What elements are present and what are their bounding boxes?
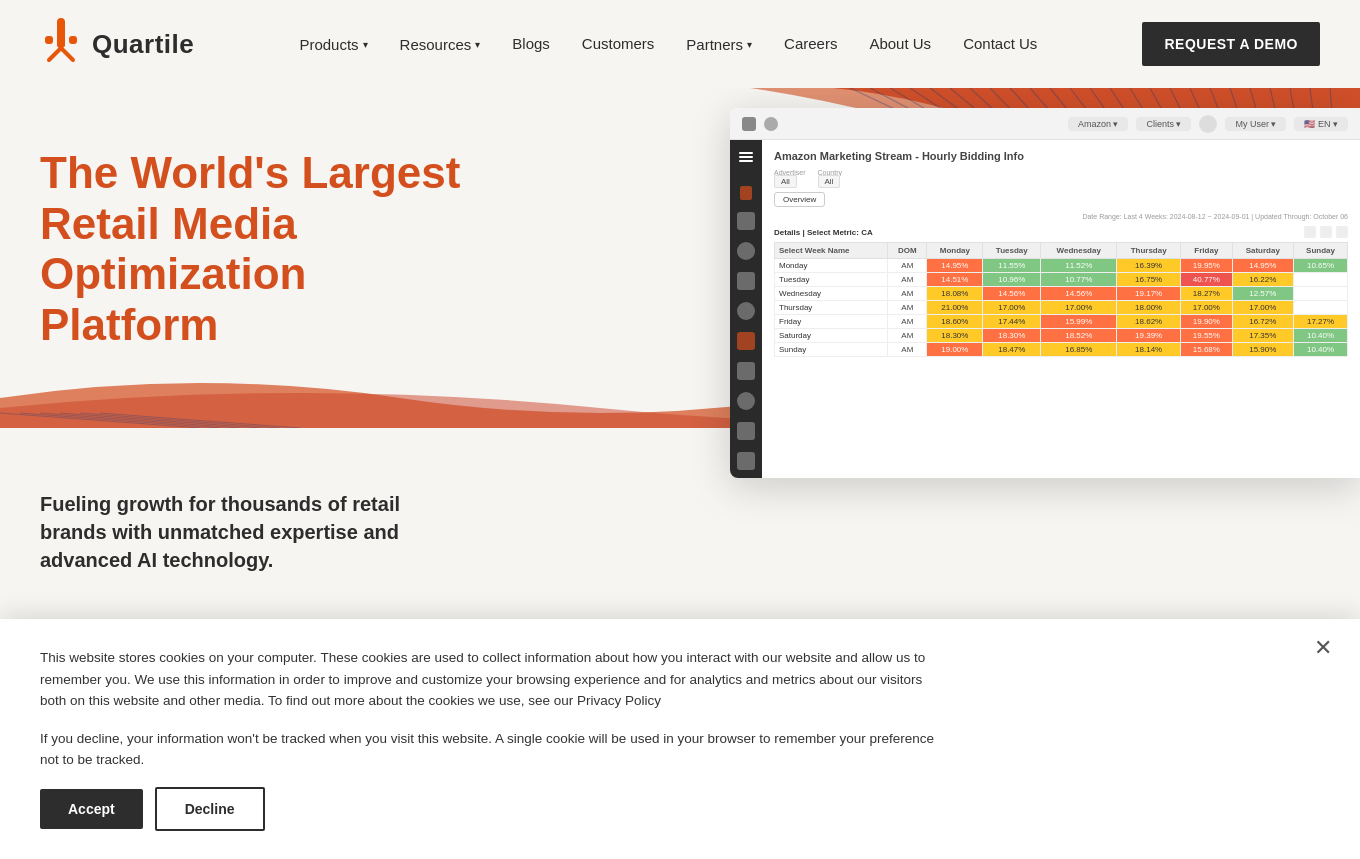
- hero-title: The World's Largest Retail Media Optimiz…: [40, 148, 560, 350]
- sidebar-icon-4[interactable]: [737, 302, 755, 320]
- table-row: Thursday AM 21.00% 17.00% 17.00% 18.00% …: [775, 301, 1348, 315]
- dashboard-topbar: Amazon ▾ Clients ▾ My User ▾ 🇺🇸 EN ▾: [730, 108, 1360, 140]
- nav-resources[interactable]: Resources ▾: [400, 36, 481, 53]
- request-demo-button[interactable]: REQUEST A DEMO: [1142, 22, 1320, 66]
- cookie-close-button[interactable]: ✕: [1314, 637, 1332, 659]
- chevron-down-icon: ▾: [475, 39, 480, 50]
- sidebar-icon-6[interactable]: [737, 362, 755, 380]
- cookie-actions: Accept Decline: [40, 787, 1320, 831]
- svg-line-31: [0, 413, 200, 428]
- row-label: Tuesday: [775, 273, 888, 287]
- col-dom: DOM: [888, 243, 927, 259]
- row-label: Friday: [775, 315, 888, 329]
- accept-button[interactable]: Accept: [40, 789, 143, 829]
- logo-wordmark: Quartile: [92, 29, 194, 60]
- data-table: Select Week Name DOM Monday Tuesday Wedn…: [774, 242, 1348, 357]
- table-row: Friday AM 18.60% 17.44% 15.99% 18.62% 19…: [775, 315, 1348, 329]
- nav-products[interactable]: Products ▾: [299, 36, 367, 53]
- dashboard-body: Amazon Marketing Stream - Hourly Bidding…: [730, 140, 1360, 478]
- col-mon: Monday: [927, 243, 983, 259]
- lang-selector[interactable]: 🇺🇸 EN ▾: [1294, 117, 1348, 131]
- dashboard-title: Amazon Marketing Stream - Hourly Bidding…: [774, 150, 1348, 162]
- sidebar-icon-3[interactable]: [737, 272, 755, 290]
- user-avatar-icon: [1199, 115, 1217, 133]
- table-row: Saturday AM 18.30% 18.30% 18.52% 19.39% …: [775, 329, 1348, 343]
- cookie-text-1: This website stores cookies on your comp…: [40, 647, 940, 712]
- chevron-down-icon: ▾: [363, 39, 368, 50]
- col-week: Select Week Name: [775, 243, 888, 259]
- decline-button[interactable]: Decline: [155, 787, 265, 831]
- table-row: Wednesday AM 18.08% 14.56% 14.56% 19.17%…: [775, 287, 1348, 301]
- navbar: Quartile Products ▾ Resources ▾ Blogs Cu…: [0, 0, 1360, 88]
- table-action-icon-1[interactable]: [1304, 226, 1316, 238]
- advertiser-filter: Advertiser All: [774, 168, 806, 186]
- table-title: Details | Select Metric: CA: [774, 228, 873, 237]
- cookie-text-2: If you decline, your information won't b…: [40, 728, 940, 771]
- svg-line-32: [20, 413, 220, 428]
- logo[interactable]: Quartile: [40, 18, 194, 70]
- clients-selector[interactable]: Clients ▾: [1136, 117, 1191, 131]
- chevron-down-icon: ▾: [747, 39, 752, 50]
- sidebar-menu-icon[interactable]: [739, 152, 753, 154]
- col-wed: Wednesday: [1041, 243, 1117, 259]
- sidebar-icon-5[interactable]: [737, 332, 755, 350]
- dashboard-screenshot: Amazon ▾ Clients ▾ My User ▾ 🇺🇸 EN ▾: [730, 108, 1360, 478]
- date-range-info: Date Range: Last 4 Weeks: 2024-08-12 ~ 2…: [774, 213, 1348, 220]
- row-label: Wednesday: [775, 287, 888, 301]
- country-filter: Country All: [818, 168, 843, 186]
- nav-partners[interactable]: Partners ▾: [686, 36, 752, 53]
- hero-section: The World's Largest Retail Media Optimiz…: [0, 88, 1360, 648]
- nav-customers[interactable]: Customers: [582, 35, 655, 53]
- dashboard-main: Amazon Marketing Stream - Hourly Bidding…: [762, 140, 1360, 478]
- nav-contact[interactable]: Contact Us: [963, 35, 1037, 53]
- table-action-icon-2[interactable]: [1320, 226, 1332, 238]
- table-row: Tuesday AM 14.51% 10.96% 10.77% 16.75% 4…: [775, 273, 1348, 287]
- row-label: Sunday: [775, 343, 888, 357]
- svg-line-34: [60, 413, 260, 428]
- sidebar-icon-8[interactable]: [737, 422, 755, 440]
- table-header-row: Select Week Name DOM Monday Tuesday Wedn…: [775, 243, 1348, 259]
- svg-line-4: [49, 48, 61, 60]
- nav-careers[interactable]: Careers: [784, 35, 837, 53]
- row-label: Saturday: [775, 329, 888, 343]
- amazon-selector[interactable]: Amazon ▾: [1068, 117, 1129, 131]
- svg-line-35: [80, 413, 280, 428]
- svg-line-5: [61, 48, 73, 60]
- sidebar-icon-9[interactable]: [737, 452, 755, 470]
- sidebar-icon-2[interactable]: [737, 242, 755, 260]
- sidebar-logo-icon: [740, 186, 752, 200]
- cookie-banner: ✕ This website stores cookies on your co…: [0, 619, 1360, 859]
- table-row: Sunday AM 19.00% 18.47% 16.85% 18.14% 15…: [775, 343, 1348, 357]
- home-icon: [764, 117, 778, 131]
- svg-line-36: [100, 413, 300, 428]
- col-sat: Saturday: [1232, 243, 1293, 259]
- col-sun: Sunday: [1294, 243, 1348, 259]
- svg-line-33: [40, 413, 240, 428]
- svg-rect-2: [45, 36, 53, 44]
- sidebar-icon-1[interactable]: [737, 212, 755, 230]
- col-thu: Thursday: [1117, 243, 1181, 259]
- col-fri: Friday: [1181, 243, 1232, 259]
- nav-links: Products ▾ Resources ▾ Blogs Customers P…: [299, 35, 1037, 53]
- hero-subtitle: Fueling growth for thousands of retail b…: [40, 490, 520, 574]
- user-selector[interactable]: My User ▾: [1225, 117, 1286, 131]
- table-row: Monday AM 14.95% 11.55% 11.52% 16.39% 19…: [775, 259, 1348, 273]
- svg-rect-3: [69, 36, 77, 44]
- overview-tab[interactable]: Overview: [774, 192, 825, 207]
- table-action-icon-3[interactable]: [1336, 226, 1348, 238]
- col-tue: Tuesday: [983, 243, 1041, 259]
- nav-blogs[interactable]: Blogs: [512, 35, 550, 53]
- nav-about[interactable]: About Us: [869, 35, 931, 53]
- sidebar-icon-7[interactable]: [737, 392, 755, 410]
- menu-icon: [742, 117, 756, 131]
- dashboard-sidebar: [730, 140, 762, 478]
- row-label: Thursday: [775, 301, 888, 315]
- row-label: Monday: [775, 259, 888, 273]
